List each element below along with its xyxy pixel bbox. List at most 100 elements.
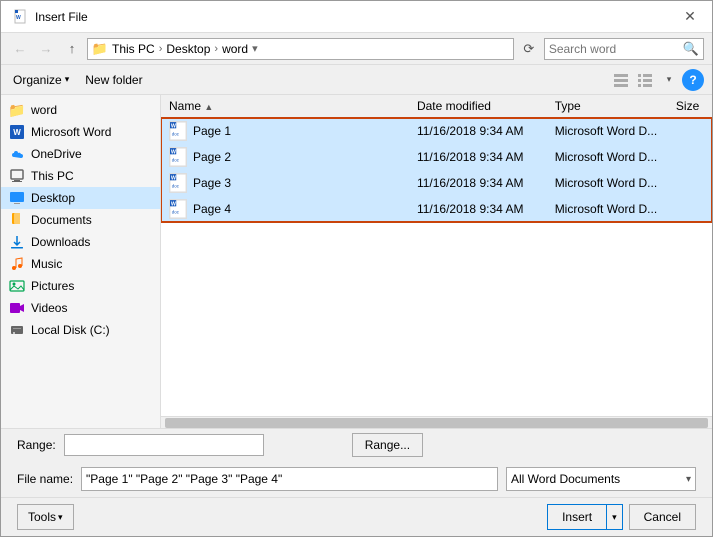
file-name-cell: Wdoc Page 2: [161, 144, 409, 170]
cancel-button[interactable]: Cancel: [629, 504, 696, 530]
sidebar-item-label: Music: [31, 257, 62, 271]
view-controls: ▾ ?: [610, 69, 704, 91]
help-button[interactable]: ?: [682, 69, 704, 91]
range-area: Range: Range...: [1, 428, 712, 461]
sidebar-item-label: This PC: [31, 169, 74, 183]
column-header-type[interactable]: Type: [547, 95, 668, 118]
table-row[interactable]: Wdoc Page 3 11/16/2018 9:34 AM Microsoft…: [161, 170, 712, 196]
sidebar-item-music[interactable]: Music: [1, 253, 160, 275]
new-folder-button[interactable]: New folder: [81, 71, 146, 89]
sidebar-item-label: Local Disk (C:): [31, 323, 110, 337]
sidebar: 📁 word W Microsoft Word OneDrive: [1, 95, 161, 428]
dialog-title: Insert File: [35, 10, 88, 24]
sidebar-item-desktop[interactable]: Desktop: [1, 187, 160, 209]
sidebar-item-label: Downloads: [31, 235, 90, 249]
sidebar-item-local-disk[interactable]: Local Disk (C:): [1, 319, 160, 341]
onedrive-icon: [9, 146, 25, 162]
column-header-date[interactable]: Date modified: [409, 95, 547, 118]
pc-icon: [9, 168, 25, 184]
search-input[interactable]: [549, 42, 679, 56]
documents-icon: [9, 212, 25, 228]
table-header-row: Name ▲ Date modified Type Size: [161, 95, 712, 118]
insert-split-arrow-icon: ▾: [612, 512, 617, 523]
sidebar-item-onedrive[interactable]: OneDrive: [1, 143, 160, 165]
insert-button-group: Insert ▾: [547, 504, 623, 530]
insert-file-dialog: W Insert File ✕ ← → ↑ 📁 This PC › Deskto…: [0, 0, 713, 537]
range-input[interactable]: [64, 434, 264, 456]
sidebar-item-downloads[interactable]: Downloads: [1, 231, 160, 253]
bottom-buttons: Tools ▾ Insert ▾ Cancel: [1, 497, 712, 536]
filename-label: File name:: [17, 472, 73, 486]
filename-input[interactable]: [81, 467, 498, 491]
breadcrumb-desktop: Desktop: [166, 42, 210, 56]
horizontal-scrollbar[interactable]: [161, 416, 712, 428]
insert-dropdown-button[interactable]: ▾: [607, 505, 622, 529]
file-icon: Wdoc: [169, 121, 187, 141]
sidebar-item-videos[interactable]: Videos: [1, 297, 160, 319]
sidebar-item-word[interactable]: 📁 word: [1, 99, 160, 121]
dialog-icon: W: [13, 9, 29, 25]
scrollbar-thumb: [165, 418, 708, 428]
sidebar-item-pictures[interactable]: Pictures: [1, 275, 160, 297]
downloads-icon: [9, 234, 25, 250]
svg-text:W: W: [16, 15, 21, 21]
videos-icon: [9, 300, 25, 316]
table-row[interactable]: Wdoc Page 4 11/16/2018 9:34 AM Microsoft…: [161, 196, 712, 222]
sidebar-item-label: word: [31, 103, 57, 117]
sidebar-item-label: OneDrive: [31, 147, 82, 161]
column-header-name[interactable]: Name ▲: [161, 95, 409, 118]
sidebar-item-this-pc[interactable]: This PC: [1, 165, 160, 187]
filename-area: File name: All Word Documents ▾: [1, 461, 712, 497]
folder-icon: 📁: [9, 102, 25, 118]
sidebar-item-documents[interactable]: Documents: [1, 209, 160, 231]
sidebar-item-microsoft-word[interactable]: W Microsoft Word: [1, 121, 160, 143]
table-row[interactable]: Wdoc Page 1 11/16/2018 9:34 AM Microsoft…: [161, 118, 712, 145]
range-button[interactable]: Range...: [352, 433, 423, 457]
search-box: 🔍: [544, 38, 704, 60]
search-icon: 🔍: [683, 41, 699, 57]
navigation-toolbar: ← → ↑ 📁 This PC › Desktop › word ▾ ⟳ 🔍: [1, 33, 712, 65]
title-bar: W Insert File ✕: [1, 1, 712, 33]
word-icon: W: [9, 124, 25, 140]
organize-button[interactable]: Organize ▾: [9, 71, 73, 89]
organize-arrow-icon: ▾: [65, 74, 70, 85]
close-button[interactable]: ✕: [680, 7, 700, 27]
tools-arrow-icon: ▾: [58, 512, 63, 523]
breadcrumb-this-pc: This PC: [112, 42, 155, 56]
svg-text:doc: doc: [172, 131, 180, 136]
disk-icon: [9, 322, 25, 338]
sidebar-item-label: Pictures: [31, 279, 74, 293]
refresh-button[interactable]: ⟳: [518, 38, 540, 60]
back-button[interactable]: ←: [9, 38, 31, 60]
pictures-icon: [9, 278, 25, 294]
file-name-cell: Wdoc Page 3: [161, 170, 409, 196]
music-icon: [9, 256, 25, 272]
list-view-icon: [613, 72, 629, 88]
file-table: Name ▲ Date modified Type Size: [161, 95, 712, 222]
file-icon: Wdoc: [169, 173, 187, 193]
file-icon: Wdoc: [169, 147, 187, 167]
breadcrumb[interactable]: 📁 This PC › Desktop › word ▾: [87, 38, 514, 60]
file-area: Name ▲ Date modified Type Size: [161, 95, 712, 428]
up-button[interactable]: ↑: [61, 38, 83, 60]
forward-button[interactable]: →: [35, 38, 57, 60]
organize-toolbar: Organize ▾ New folder: [1, 65, 712, 95]
range-label: Range:: [17, 438, 56, 452]
tools-button[interactable]: Tools ▾: [17, 504, 74, 530]
view-details-button[interactable]: [634, 69, 656, 91]
filetype-label: All Word Documents: [511, 472, 620, 486]
insert-main-button[interactable]: Insert: [548, 505, 607, 529]
view-list-button[interactable]: [610, 69, 632, 91]
desktop-icon: [9, 190, 25, 206]
file-icon: Wdoc: [169, 199, 187, 219]
column-header-size[interactable]: Size: [668, 95, 712, 118]
svg-text:doc: doc: [172, 183, 180, 188]
main-content: 📁 word W Microsoft Word OneDrive: [1, 95, 712, 428]
svg-text:doc: doc: [172, 157, 180, 162]
folder-icon: 📁: [92, 41, 108, 57]
view-toggle-arrow[interactable]: ▾: [658, 69, 680, 91]
breadcrumb-word: word: [222, 42, 248, 56]
sort-arrow: ▲: [204, 102, 213, 112]
filetype-select[interactable]: All Word Documents ▾: [506, 467, 696, 491]
table-row[interactable]: Wdoc Page 2 11/16/2018 9:34 AM Microsoft…: [161, 144, 712, 170]
